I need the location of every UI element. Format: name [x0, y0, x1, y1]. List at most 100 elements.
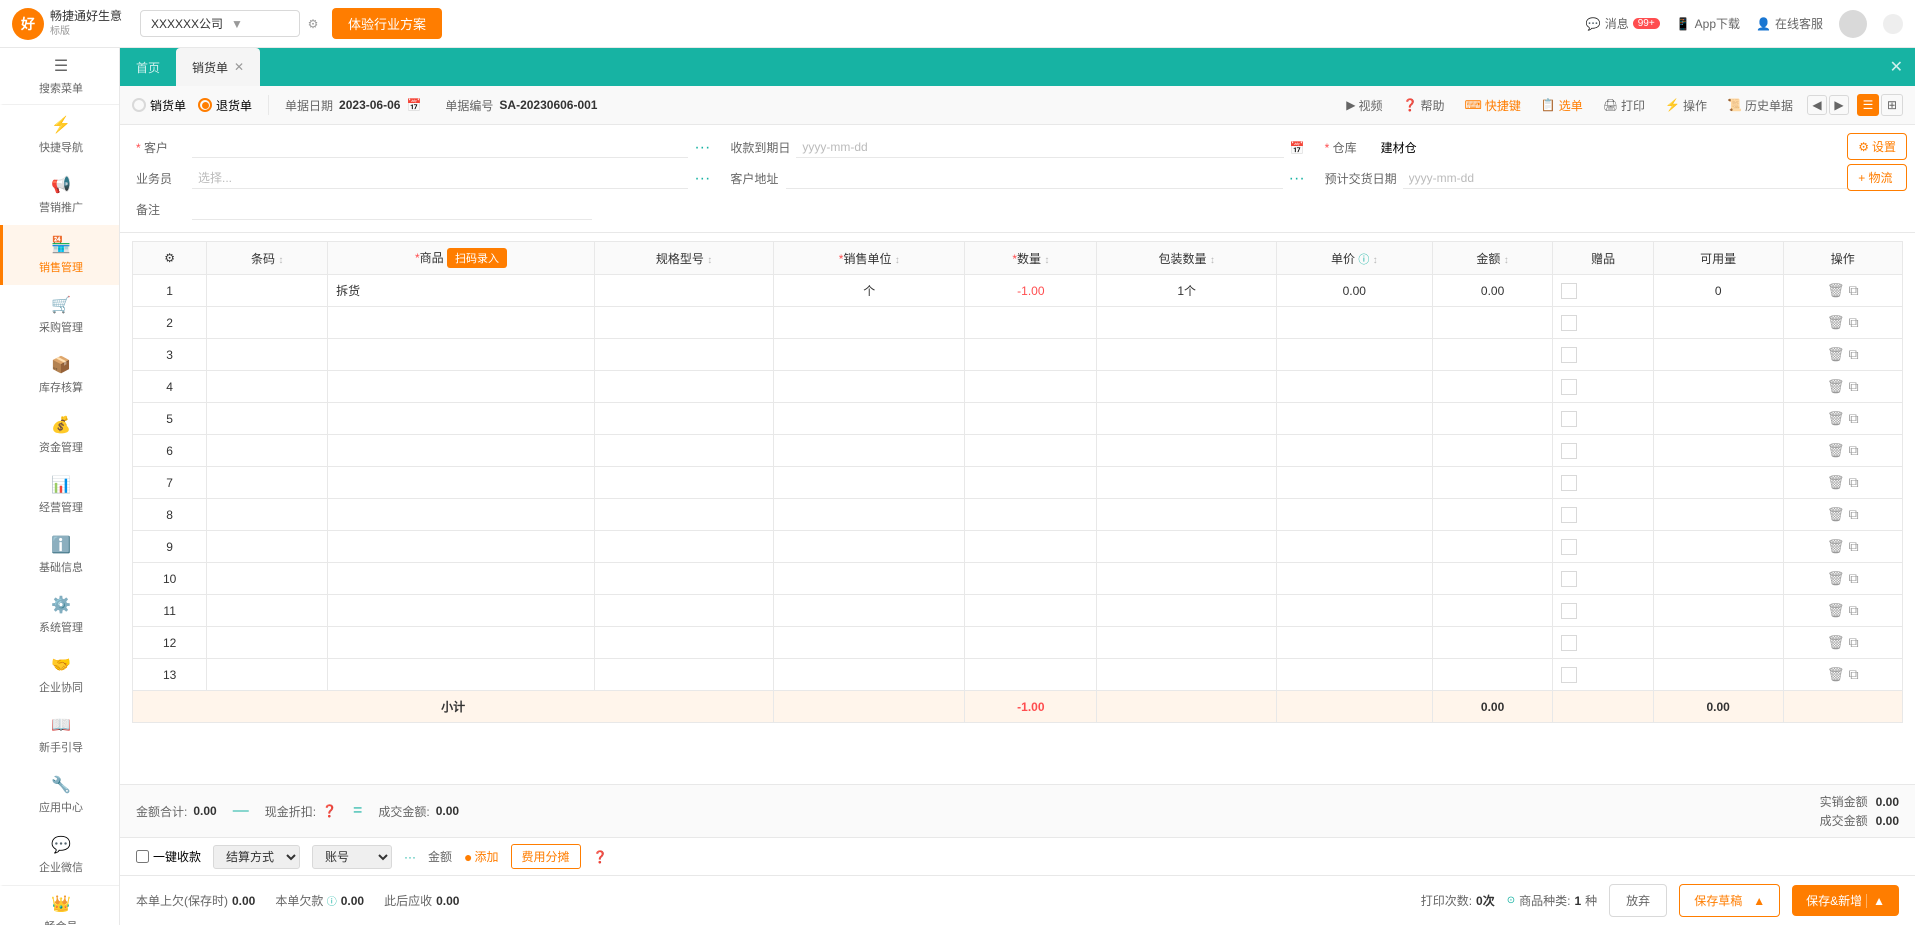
gift-checkbox-13[interactable] — [1561, 667, 1577, 683]
copy-icon-3[interactable]: ⧉ — [1849, 346, 1859, 363]
shortcut-btn[interactable]: ⌨ 快捷键 — [1459, 95, 1527, 116]
row-barcode-6[interactable] — [207, 435, 328, 467]
row-product-13[interactable] — [328, 659, 595, 691]
row-gift-4[interactable] — [1553, 371, 1653, 403]
row-product-11[interactable] — [328, 595, 595, 627]
copy-icon-9[interactable]: ⧉ — [1849, 538, 1859, 555]
row-unit-price-7[interactable] — [1276, 467, 1432, 499]
row-barcode-7[interactable] — [207, 467, 328, 499]
row-amount-10[interactable] — [1432, 563, 1553, 595]
row-quantity-11[interactable] — [965, 595, 1097, 627]
row-amount-13[interactable] — [1432, 659, 1553, 691]
nav-next[interactable]: ▶ — [1829, 95, 1849, 115]
row-barcode-1[interactable] — [207, 275, 328, 307]
company-select[interactable]: XXXXXX公司 ▼ — [140, 10, 300, 37]
row-unit-price-10[interactable] — [1276, 563, 1432, 595]
row-spec-13[interactable] — [594, 659, 774, 691]
price-info-icon[interactable]: ⓘ — [1358, 254, 1369, 266]
avatar[interactable] — [1839, 10, 1867, 38]
return-order-radio[interactable]: 退货单 — [198, 97, 252, 114]
row-product-9[interactable] — [328, 531, 595, 563]
fee-question-icon[interactable]: ❓ — [593, 850, 608, 864]
customer-address-input[interactable] — [786, 168, 1282, 189]
message-item[interactable]: 💬 消息 99+ — [1586, 15, 1660, 32]
copy-icon-10[interactable]: ⧉ — [1849, 570, 1859, 587]
gift-checkbox-9[interactable] — [1561, 539, 1577, 555]
operation-btn[interactable]: ⚡ 操作 — [1659, 95, 1713, 116]
row-spec-5[interactable] — [594, 403, 774, 435]
row-amount-5[interactable] — [1432, 403, 1553, 435]
row-unit-price-12[interactable] — [1276, 627, 1432, 659]
row-product-10[interactable] — [328, 563, 595, 595]
row-pack-qty-10[interactable] — [1097, 563, 1276, 595]
row-product-1[interactable]: 拆货 — [328, 275, 595, 307]
discount-question-icon[interactable]: ❓ — [322, 804, 337, 818]
row-quantity-7[interactable] — [965, 467, 1097, 499]
method-select[interactable]: 结算方式 — [213, 845, 300, 869]
gift-checkbox-3[interactable] — [1561, 347, 1577, 363]
row-pack-qty-11[interactable] — [1097, 595, 1276, 627]
close-all-icon[interactable]: ✕ — [1890, 57, 1903, 77]
row-pack-qty-13[interactable] — [1097, 659, 1276, 691]
gift-checkbox-12[interactable] — [1561, 635, 1577, 651]
row-product-5[interactable] — [328, 403, 595, 435]
app-download-item[interactable]: 📱 App下载 — [1676, 15, 1740, 32]
row-quantity-2[interactable] — [965, 307, 1097, 339]
sidebar-item-operation[interactable]: 📊 经营管理 — [0, 465, 119, 525]
row-unit-7[interactable] — [774, 467, 965, 499]
expected-date-input[interactable] — [1403, 168, 1878, 189]
row-unit-11[interactable] — [774, 595, 965, 627]
row-spec-7[interactable] — [594, 467, 774, 499]
row-product-12[interactable] — [328, 627, 595, 659]
row-quantity-4[interactable] — [965, 371, 1097, 403]
row-unit-price-3[interactable] — [1276, 339, 1432, 371]
row-spec-1[interactable] — [594, 275, 774, 307]
row-gift-13[interactable] — [1553, 659, 1653, 691]
row-gift-8[interactable] — [1553, 499, 1653, 531]
row-amount-2[interactable] — [1432, 307, 1553, 339]
row-pack-qty-6[interactable] — [1097, 435, 1276, 467]
copy-icon-1[interactable]: ⧉ — [1849, 282, 1859, 299]
owe-question-icon[interactable]: ⓘ — [327, 897, 337, 908]
row-spec-9[interactable] — [594, 531, 774, 563]
one-click-checkbox[interactable] — [136, 850, 149, 863]
save-new-button[interactable]: 保存&新增 ▲ — [1792, 885, 1899, 916]
settings-action-btn[interactable]: ⚙ 设置 — [1847, 133, 1907, 160]
tab-close-icon[interactable]: ✕ — [234, 60, 244, 74]
copy-icon-6[interactable]: ⧉ — [1849, 442, 1859, 459]
row-pack-qty-1[interactable]: 1个 — [1097, 275, 1276, 307]
delete-icon-6[interactable]: 🗑 — [1827, 442, 1845, 459]
row-gift-11[interactable] — [1553, 595, 1653, 627]
customer-dots-btn[interactable]: ··· — [694, 139, 710, 157]
row-unit-5[interactable] — [774, 403, 965, 435]
sidebar-item-finance[interactable]: 💰 资金管理 — [0, 405, 119, 465]
row-product-2[interactable] — [328, 307, 595, 339]
th-settings[interactable]: ⚙ — [133, 242, 207, 275]
gift-checkbox-2[interactable] — [1561, 315, 1577, 331]
row-gift-9[interactable] — [1553, 531, 1653, 563]
gift-checkbox-5[interactable] — [1561, 411, 1577, 427]
row-amount-1[interactable]: 0.00 — [1432, 275, 1553, 307]
row-amount-4[interactable] — [1432, 371, 1553, 403]
row-product-8[interactable] — [328, 499, 595, 531]
copy-icon-4[interactable]: ⧉ — [1849, 378, 1859, 395]
scan-btn[interactable]: 扫码录入 — [447, 248, 507, 268]
row-unit-10[interactable] — [774, 563, 965, 595]
delete-icon-13[interactable]: 🗑 — [1827, 666, 1845, 683]
delete-icon-4[interactable]: 🗑 — [1827, 378, 1845, 395]
gift-checkbox-6[interactable] — [1561, 443, 1577, 459]
row-pack-qty-4[interactable] — [1097, 371, 1276, 403]
row-product-3[interactable] — [328, 339, 595, 371]
row-quantity-6[interactable] — [965, 435, 1097, 467]
pack-sort-icon[interactable]: ↕ — [1210, 255, 1215, 266]
row-unit-price-1[interactable]: 0.00 — [1276, 275, 1432, 307]
gift-checkbox-4[interactable] — [1561, 379, 1577, 395]
gift-checkbox-11[interactable] — [1561, 603, 1577, 619]
row-spec-12[interactable] — [594, 627, 774, 659]
row-pack-qty-9[interactable] — [1097, 531, 1276, 563]
copy-icon-12[interactable]: ⧉ — [1849, 634, 1859, 651]
delete-icon-11[interactable]: 🗑 — [1827, 602, 1845, 619]
row-barcode-10[interactable] — [207, 563, 328, 595]
trial-button[interactable]: 体验行业方案 — [332, 8, 442, 39]
row-pack-qty-2[interactable] — [1097, 307, 1276, 339]
